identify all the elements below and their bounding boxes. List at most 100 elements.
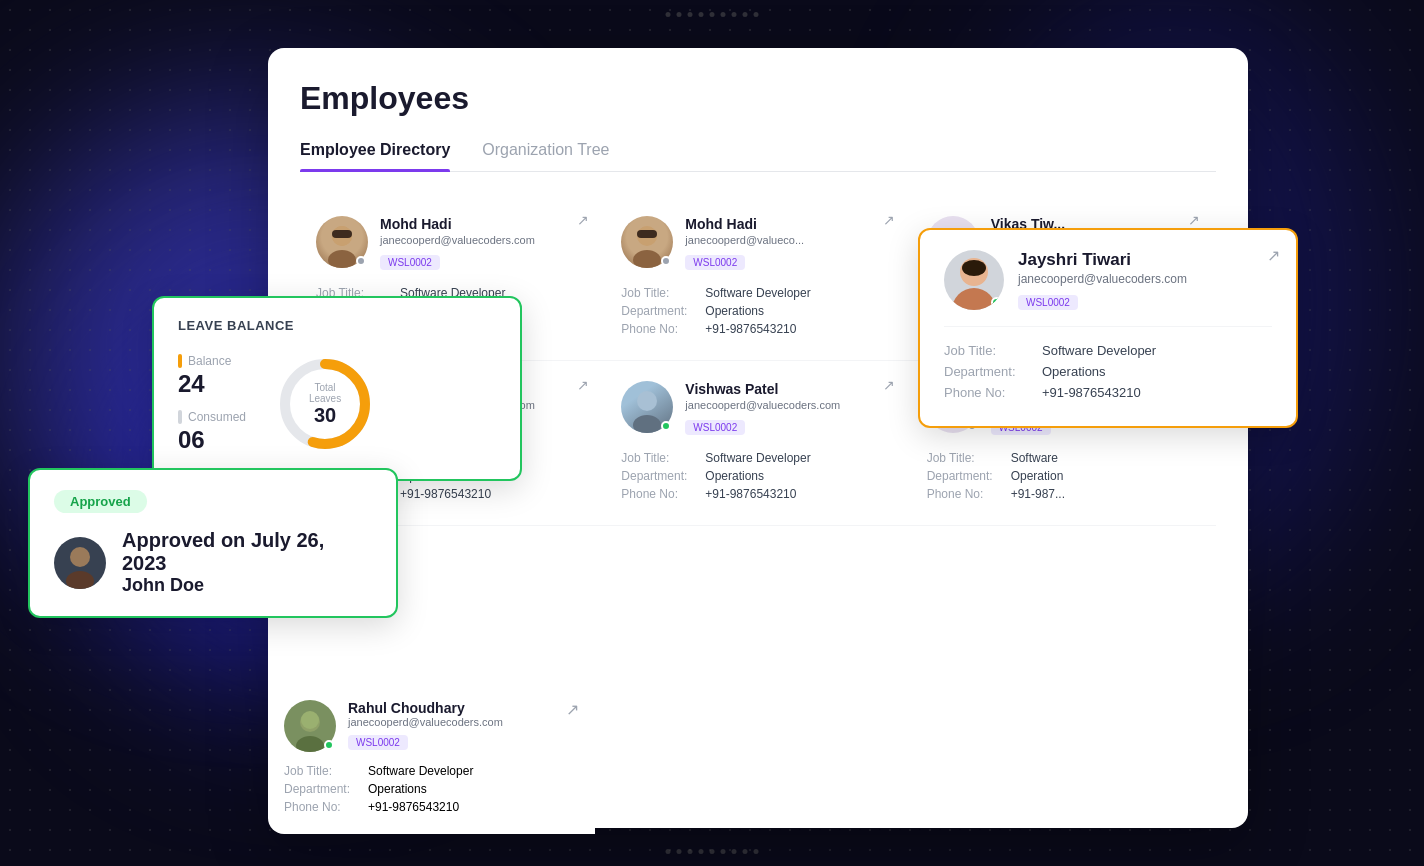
badge-rahul: WSL0002 [348,735,408,750]
avatar-wrap-1 [316,216,368,268]
rahul-card[interactable]: ↗ Rahul Choudhary janecooperd@valuecoder… [268,680,595,834]
label-dept-6: Department: [927,469,1007,483]
external-link-icon-5[interactable]: ↗ [883,377,895,393]
lbl-dp-rahul: Department: [284,782,364,796]
label-phone-6: Phone No: [927,487,1007,501]
avatar-wrap-rahul [284,700,336,752]
avatar-wrap-2 [621,216,673,268]
name-rahul: Rahul Choudhary [348,700,503,716]
val-ph-rahul: +91-9876543210 [368,800,459,814]
svg-point-20 [70,547,90,567]
lbl-jt-rahul: Job Title: [284,764,364,778]
employee-badge-5: WSL0002 [685,420,745,435]
popup-name-section: Jayshri Tiwari janecooperd@valuecoders.c… [1018,250,1187,310]
value-jobtitle-5: Software Developer [705,451,810,465]
tab-employee-directory[interactable]: Employee Directory [300,141,450,171]
employee-info-1: Mohd Hadi janecooperd@valuecoders.com WS… [380,216,589,270]
popup-status-dot [991,297,1002,308]
employee-name-2: Mohd Hadi [685,216,894,232]
svg-point-11 [637,391,657,411]
val-dp-rahul: Operations [368,782,427,796]
employee-name-5: Vishwas Patel [685,381,894,397]
employee-details-6: Job Title: Software Department: Operatio… [927,451,1200,501]
value-phone-5: +91-9876543210 [705,487,796,501]
value-phone-4: +91-9876543210 [400,487,491,501]
status-dot-5 [661,421,671,431]
balance-label: Balance [178,354,246,368]
popup-value-jobtitle: Software Developer [1042,343,1156,358]
consumed-value: 06 [178,426,246,454]
tab-organization-tree[interactable]: Organization Tree [482,141,609,171]
donut-chart: Total Leaves 30 [270,349,380,459]
val-jt-rahul: Software Developer [368,764,473,778]
employee-name-1: Mohd Hadi [380,216,589,232]
external-link-rahul[interactable]: ↗ [566,700,579,719]
balance-value: 24 [178,370,246,398]
consumed-bar [178,410,182,424]
tabs-bar: Employee Directory Organization Tree [300,141,1216,172]
value-phone-2: +91-9876543210 [705,322,796,336]
value-dept-2: Operations [705,304,764,318]
label-phone-5: Phone No: [621,487,701,501]
employee-info-5: Vishwas Patel janecooperd@valuecoders.co… [685,381,894,435]
popup-name: Jayshri Tiwari [1018,250,1187,270]
svg-point-5 [633,250,661,268]
info-rahul: Rahul Choudhary janecooperd@valuecoders.… [348,700,503,750]
leave-balance-card: LEAVE BALANCE Balance 24 Consumed 06 [152,296,522,481]
label-dept-5: Department: [621,469,701,483]
status-rahul [324,740,334,750]
popup-label-jobtitle: Job Title: [944,343,1034,358]
value-jobtitle-2: Software Developer [705,286,810,300]
svg-point-1 [328,250,356,268]
popup-row-jobtitle: Job Title: Software Developer [944,343,1272,358]
balance-stat: Balance 24 [178,354,246,398]
consumed-label: Consumed [178,410,246,424]
employee-card-2[interactable]: ↗ Mohd Hadi ja [605,196,910,361]
lbl-ph-rahul: Phone No: [284,800,364,814]
label-jobtitle-2: Job Title: [621,286,701,300]
dots-bottom [666,849,759,854]
dots-top [666,12,759,17]
external-link-icon-2[interactable]: ↗ [883,212,895,228]
label-phone-2: Phone No: [621,322,701,336]
popup-badge: WSL0002 [1018,295,1078,310]
details-rahul: Job Title: Software Developer Department:… [284,764,579,814]
value-dept-6: Operation [1011,469,1064,483]
value-dept-5: Operations [705,469,764,483]
external-link-icon-3[interactable]: ↗ [1188,212,1200,228]
employee-badge-2: WSL0002 [685,255,745,270]
label-dept-2: Department: [621,304,701,318]
svg-point-17 [301,711,319,729]
status-dot-2 [661,256,671,266]
value-phone-6: +91-987... [1011,487,1065,501]
popup-header: Jayshri Tiwari janecooperd@valuecoders.c… [944,250,1272,327]
popup-external-link[interactable]: ↗ [1267,246,1280,265]
approved-content: Approved on July 26, 2023 John Doe [54,529,372,596]
popup-value-phone: +91-9876543210 [1042,385,1141,400]
avatar-wrap-5 [621,381,673,433]
external-link-icon-1[interactable]: ↗ [577,212,589,228]
popup-row-dept: Department: Operations [944,364,1272,379]
popup-value-dept: Operations [1042,364,1106,379]
employee-details-2: Job Title: Software Developer Department… [621,286,894,336]
svg-point-24 [962,260,986,276]
employee-badge-1: WSL0002 [380,255,440,270]
email-rahul: janecooperd@valuecoders.com [348,716,503,728]
approved-info: Approved on July 26, 2023 John Doe [122,529,372,596]
donut-center: Total Leaves 30 [298,382,353,427]
balance-bar [178,354,182,368]
external-link-icon-4[interactable]: ↗ [577,377,589,393]
status-dot-1 [356,256,366,266]
popup-details: Job Title: Software Developer Department… [944,343,1272,400]
employee-card-5[interactable]: ↗ Vishwas Patel janecooperd@val [605,361,910,526]
svg-rect-6 [637,230,657,238]
svg-point-21 [66,571,94,589]
popup-avatar [944,250,1004,310]
employee-email-2: janecooperd@valueco... [685,234,894,246]
employee-info-2: Mohd Hadi janecooperd@valueco... WSL0002 [685,216,894,270]
employee-details-5: Job Title: Software Developer Department… [621,451,894,501]
svg-point-16 [296,736,324,752]
leave-balance-title: LEAVE BALANCE [178,318,496,333]
approved-card: Approved Approved on July 26, 2023 John … [28,468,398,618]
svg-rect-3 [332,230,352,238]
